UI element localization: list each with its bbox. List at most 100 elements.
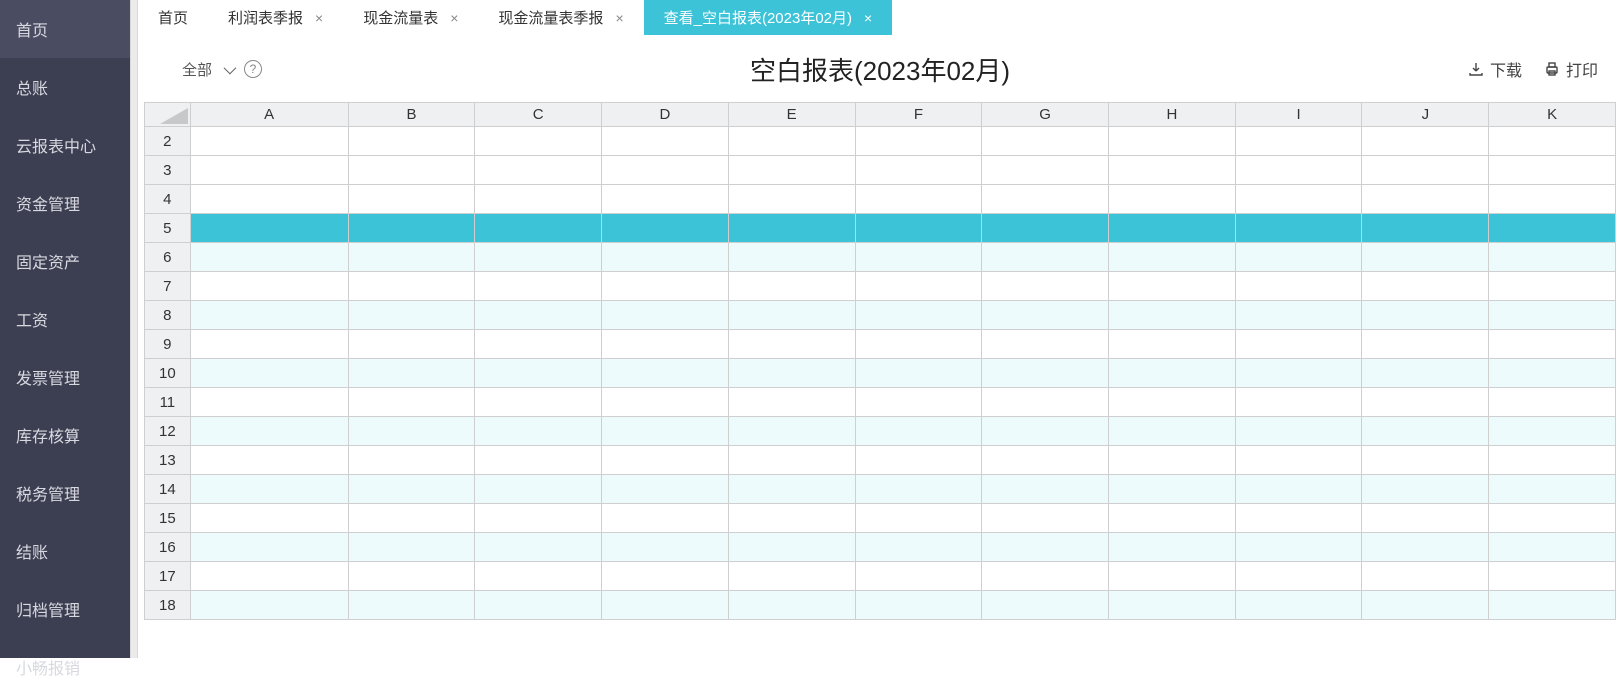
cell[interactable] <box>1235 127 1362 156</box>
cell[interactable] <box>190 533 348 562</box>
cell[interactable] <box>982 533 1109 562</box>
row-header[interactable]: 10 <box>145 359 191 388</box>
cell[interactable] <box>602 475 729 504</box>
col-header[interactable]: C <box>475 103 602 127</box>
cell[interactable] <box>1235 156 1362 185</box>
cell[interactable] <box>855 359 982 388</box>
cell[interactable] <box>982 185 1109 214</box>
table-row[interactable]: 7 <box>145 272 1616 301</box>
cell[interactable] <box>1489 272 1616 301</box>
cell[interactable] <box>982 504 1109 533</box>
table-row[interactable]: 14 <box>145 475 1616 504</box>
cell[interactable] <box>475 127 602 156</box>
table-row[interactable]: 4 <box>145 185 1616 214</box>
cell[interactable] <box>855 185 982 214</box>
row-header[interactable]: 13 <box>145 446 191 475</box>
row-header[interactable]: 3 <box>145 156 191 185</box>
cell[interactable] <box>602 504 729 533</box>
col-header[interactable]: E <box>728 103 855 127</box>
sidebar-item-salary[interactable]: 工资 <box>0 290 130 348</box>
cell[interactable] <box>475 475 602 504</box>
cell[interactable] <box>190 504 348 533</box>
cell[interactable] <box>190 475 348 504</box>
tab-home[interactable]: 首页 <box>138 0 208 35</box>
cell[interactable] <box>602 214 729 243</box>
cell[interactable] <box>982 243 1109 272</box>
filter-dropdown[interactable]: 全部 ? <box>162 59 262 80</box>
help-icon[interactable]: ? <box>244 60 262 78</box>
cell[interactable] <box>982 272 1109 301</box>
sidebar-item-fund-mgmt[interactable]: 资金管理 <box>0 174 130 232</box>
cell[interactable] <box>602 533 729 562</box>
cell[interactable] <box>1489 533 1616 562</box>
cell[interactable] <box>475 272 602 301</box>
cell[interactable] <box>728 243 855 272</box>
row-header[interactable]: 17 <box>145 562 191 591</box>
cell[interactable] <box>348 243 475 272</box>
cell[interactable] <box>1235 243 1362 272</box>
print-button[interactable]: 打印 <box>1544 57 1598 81</box>
cell[interactable] <box>348 417 475 446</box>
table-row[interactable]: 3 <box>145 156 1616 185</box>
cell[interactable] <box>1235 214 1362 243</box>
cell[interactable] <box>728 562 855 591</box>
row-header[interactable]: 2 <box>145 127 191 156</box>
cell[interactable] <box>728 214 855 243</box>
cell[interactable] <box>1489 243 1616 272</box>
cell[interactable] <box>1109 156 1236 185</box>
cell[interactable] <box>602 330 729 359</box>
cell[interactable] <box>855 301 982 330</box>
cell[interactable] <box>982 214 1109 243</box>
cell[interactable] <box>190 330 348 359</box>
table-row[interactable]: 13 <box>145 446 1616 475</box>
cell[interactable] <box>190 591 348 620</box>
cell[interactable] <box>348 446 475 475</box>
cell[interactable] <box>1489 446 1616 475</box>
cell[interactable] <box>1109 330 1236 359</box>
cell[interactable] <box>1489 475 1616 504</box>
cell[interactable] <box>855 591 982 620</box>
sidebar-item-cloud-report[interactable]: 云报表中心 <box>0 116 130 174</box>
grid[interactable]: A B C D E F G H I J K 234567891011121314… <box>144 102 1616 620</box>
cell[interactable] <box>190 214 348 243</box>
sidebar-item-ledger[interactable]: 总账 <box>0 58 130 116</box>
cell[interactable] <box>1362 446 1489 475</box>
cell[interactable] <box>728 359 855 388</box>
close-icon[interactable]: × <box>315 10 323 26</box>
cell[interactable] <box>855 272 982 301</box>
cell[interactable] <box>728 388 855 417</box>
cell[interactable] <box>475 214 602 243</box>
cell[interactable] <box>855 330 982 359</box>
close-icon[interactable]: × <box>864 10 872 26</box>
cell[interactable] <box>982 475 1109 504</box>
cell[interactable] <box>1109 185 1236 214</box>
cell[interactable] <box>1235 359 1362 388</box>
cell[interactable] <box>475 301 602 330</box>
row-header[interactable]: 18 <box>145 591 191 620</box>
cell[interactable] <box>1235 301 1362 330</box>
cell[interactable] <box>1235 475 1362 504</box>
sidebar-item-fixed-assets[interactable]: 固定资产 <box>0 232 130 290</box>
row-header[interactable]: 11 <box>145 388 191 417</box>
cell[interactable] <box>982 388 1109 417</box>
cell[interactable] <box>1109 388 1236 417</box>
cell[interactable] <box>348 359 475 388</box>
col-header[interactable]: J <box>1362 103 1489 127</box>
cell[interactable] <box>1235 446 1362 475</box>
cell[interactable] <box>1109 243 1236 272</box>
cell[interactable] <box>348 562 475 591</box>
row-header[interactable]: 8 <box>145 301 191 330</box>
cell[interactable] <box>475 591 602 620</box>
row-header[interactable]: 12 <box>145 417 191 446</box>
cell[interactable] <box>1489 330 1616 359</box>
cell[interactable] <box>348 185 475 214</box>
table-row[interactable]: 15 <box>145 504 1616 533</box>
col-header[interactable]: D <box>602 103 729 127</box>
cell[interactable] <box>1489 156 1616 185</box>
col-header[interactable]: A <box>190 103 348 127</box>
cell[interactable] <box>348 591 475 620</box>
cell[interactable] <box>1109 504 1236 533</box>
cell[interactable] <box>855 214 982 243</box>
cell[interactable] <box>1109 591 1236 620</box>
select-all-corner[interactable] <box>145 103 191 127</box>
